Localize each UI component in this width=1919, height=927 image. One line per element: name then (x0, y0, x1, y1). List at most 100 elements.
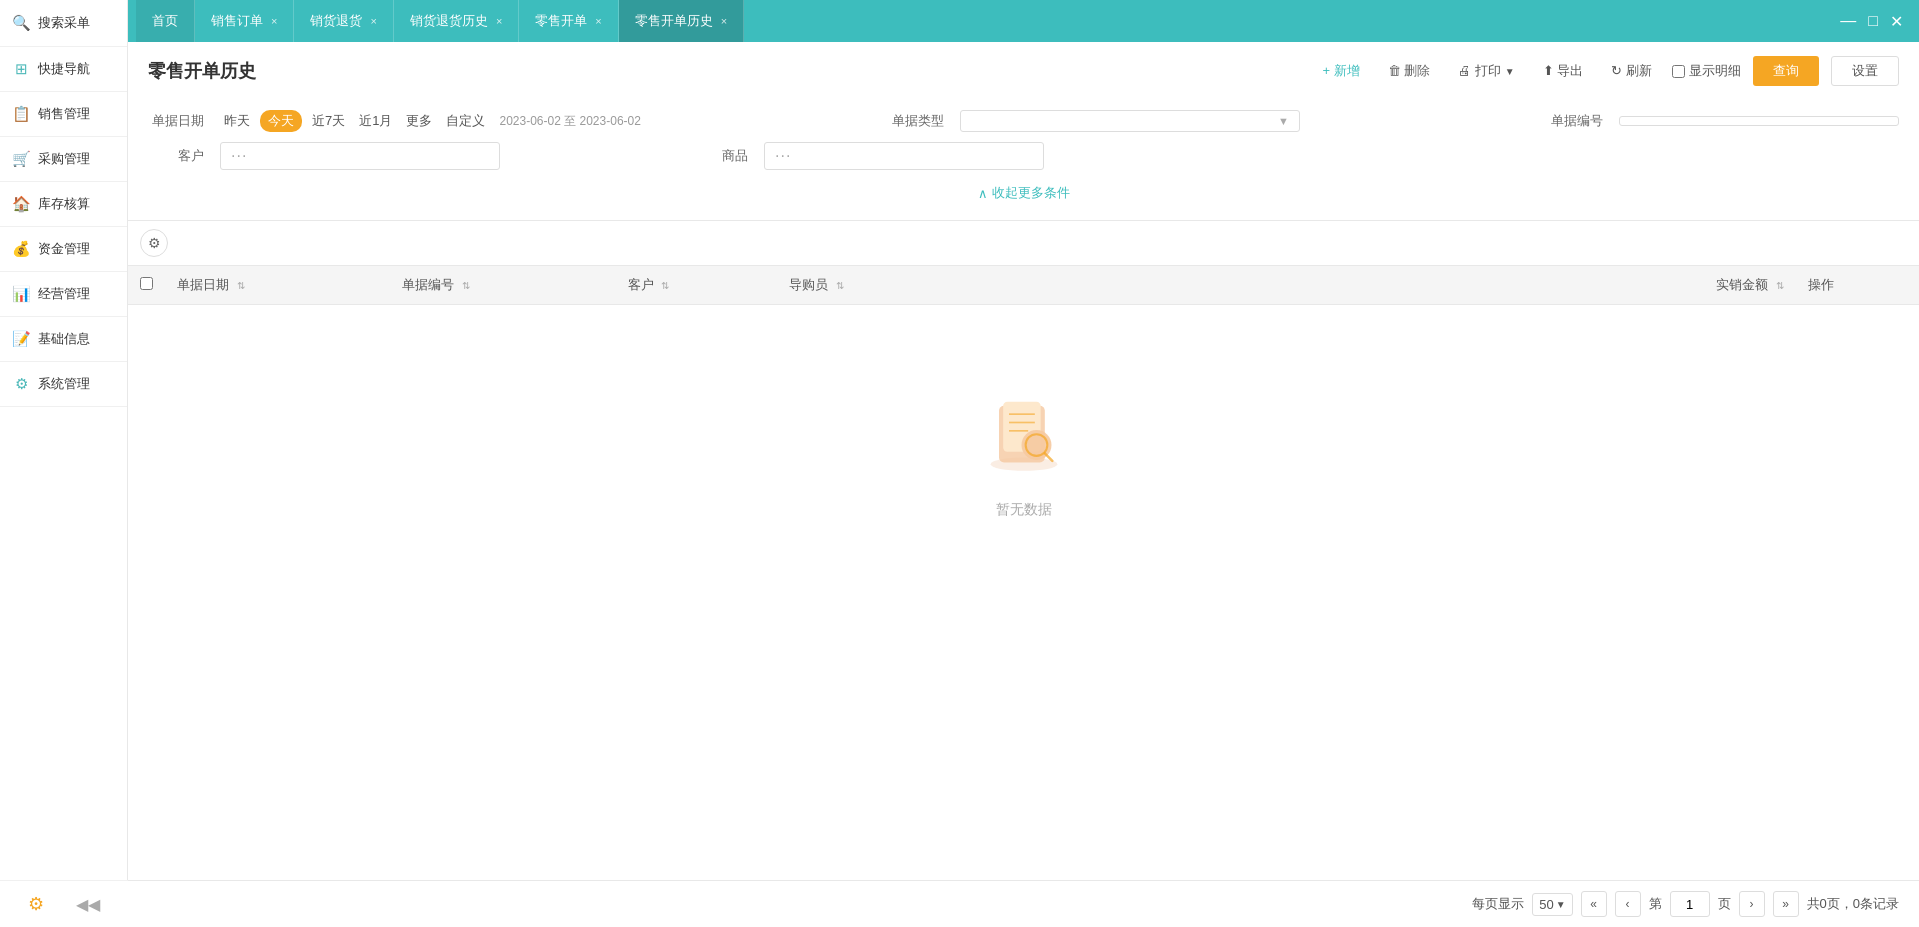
content-header: 零售开单历史 + 新增 🗑 删除 🖨 打印 ▼ ⬆ 导出 ↻ 刷新 (128, 42, 1919, 221)
th-number[interactable]: 单据编号 ⇅ (390, 266, 615, 305)
date-opt-custom[interactable]: 自定义 (442, 110, 489, 132)
tab-retail-open[interactable]: 零售开单 × (519, 0, 618, 42)
query-button[interactable]: 查询 (1753, 56, 1819, 86)
tab-sales-return-close[interactable]: × (370, 15, 376, 27)
last-page-button[interactable]: » (1773, 891, 1799, 917)
tab-sales-return-history[interactable]: 销货退货历史 × (394, 0, 519, 42)
add-button[interactable]: + 新增 (1314, 58, 1367, 84)
select-all-th[interactable] (128, 266, 165, 305)
select-all-checkbox[interactable] (140, 277, 153, 290)
pagination: 每页显示 50 ▼ « ‹ 第 页 › » 共0页，0条记录 (128, 880, 1919, 927)
export-button[interactable]: ⬆ 导出 (1535, 58, 1592, 84)
sidebar-item-label: 经营管理 (38, 285, 90, 303)
tab-sales-order[interactable]: 销售订单 × (195, 0, 294, 42)
print-dropdown-icon[interactable]: ▼ (1505, 66, 1515, 77)
th-customer-sort: ⇅ (661, 280, 669, 291)
quick-nav-icon: ⊞ (12, 60, 30, 78)
tab-sales-return[interactable]: 销货退货 × (294, 0, 393, 42)
print-button[interactable]: 🖨 打印 ▼ (1450, 58, 1523, 84)
empty-text: 暂无数据 (996, 501, 1052, 519)
tab-home[interactable]: 首页 (136, 0, 195, 42)
next-page-icon: › (1750, 897, 1754, 911)
window-controls: — □ ✕ (1840, 12, 1911, 31)
sidebar-item-sales-mgmt[interactable]: 📋 销售管理 (0, 92, 127, 137)
sidebar-item-inventory[interactable]: 🏠 库存核算 (0, 182, 127, 227)
th-date[interactable]: 单据日期 ⇅ (165, 266, 390, 305)
per-page-label: 每页显示 (1472, 895, 1524, 913)
tab-sales-order-close[interactable]: × (271, 15, 277, 27)
sidebar-item-quick-nav[interactable]: ⊞ 快捷导航 (0, 47, 127, 92)
display-detail-toggle[interactable]: 显示明细 (1672, 62, 1741, 80)
next-page-button[interactable]: › (1739, 891, 1765, 917)
per-page-select[interactable]: 50 ▼ (1532, 893, 1572, 916)
inventory-icon: 🏠 (12, 195, 30, 213)
toolbar: + 新增 🗑 删除 🖨 打印 ▼ ⬆ 导出 ↻ 刷新 显示明细 (1314, 56, 1899, 86)
refresh-label: ↻ 刷新 (1611, 62, 1652, 80)
tab-retail-open-history-close[interactable]: × (721, 15, 727, 27)
tab-retail-open-label: 零售开单 (535, 12, 587, 30)
customer-filter-input[interactable]: ··· (220, 142, 500, 170)
tab-sales-return-history-close[interactable]: × (496, 15, 502, 27)
first-page-button[interactable]: « (1581, 891, 1607, 917)
th-date-sort: ⇅ (237, 280, 245, 291)
prev-page-button[interactable]: ‹ (1615, 891, 1641, 917)
sidebar-item-purchase-mgmt[interactable]: 🛒 采购管理 (0, 137, 127, 182)
page-total: 共0页，0条记录 (1807, 895, 1899, 913)
setting-button[interactable]: 设置 (1831, 56, 1899, 86)
type-filter-select[interactable]: ▼ (960, 110, 1300, 132)
add-label: + 新增 (1322, 62, 1359, 80)
date-opt-today[interactable]: 今天 (260, 110, 302, 132)
minimize-icon[interactable]: — (1840, 12, 1856, 30)
table-header-row: 单据日期 ⇅ 单据编号 ⇅ 客户 ⇅ 导购员 ⇅ (128, 266, 1919, 305)
th-amount[interactable]: 实销金额 ⇅ (1571, 266, 1796, 305)
table-toolbar: ⚙ (128, 221, 1919, 266)
tab-retail-open-history[interactable]: 零售开单历史 × (619, 0, 744, 42)
empty-illustration (974, 385, 1074, 485)
sidebar-bottom: ⚙ ◀◀ (0, 880, 128, 927)
date-opt-yesterday[interactable]: 昨天 (220, 110, 254, 132)
sidebar-item-system-mgmt[interactable]: ⚙ 系统管理 (0, 362, 127, 407)
filter-row-customer: 客户 ··· 商品 ··· (148, 142, 1899, 170)
goods-filter-input[interactable]: ··· (764, 142, 1044, 170)
date-opt-1month[interactable]: 近1月 (355, 110, 396, 132)
close-window-icon[interactable]: ✕ (1890, 12, 1903, 31)
table-body: 暂无数据 (128, 305, 1919, 580)
last-page-icon: » (1782, 897, 1789, 911)
sidebar-item-base-info[interactable]: 📝 基础信息 (0, 317, 127, 362)
per-page-dropdown-icon: ▼ (1556, 899, 1566, 910)
collapse-filter-row[interactable]: ∧ 收起更多条件 (148, 180, 1899, 210)
sidebar: 🔍 搜索采单 ⊞ 快捷导航 📋 销售管理 🛒 采购管理 🏠 库存核算 💰 资金管… (0, 0, 128, 927)
search-icon: 🔍 (12, 14, 30, 32)
table-gear-icon: ⚙ (148, 235, 161, 251)
print-label: 🖨 打印 (1458, 62, 1501, 80)
sidebar-item-finance[interactable]: 💰 资金管理 (0, 227, 127, 272)
th-guide[interactable]: 导购员 ⇅ (777, 266, 970, 305)
sidebar-item-operations[interactable]: 📊 经营管理 (0, 272, 127, 317)
tab-sales-return-label: 销货退货 (310, 12, 362, 30)
th-number-sort: ⇅ (462, 280, 470, 291)
settings-bottom-icon[interactable]: ⚙ (28, 893, 44, 915)
collapse-sidebar-icon[interactable]: ◀◀ (76, 895, 100, 914)
type-dropdown-icon: ▼ (1278, 115, 1289, 127)
filter-area: 单据日期 昨天 今天 近7天 近1月 更多 自定义 2023-06-02 至 2… (148, 100, 1899, 220)
delete-button[interactable]: 🗑 删除 (1380, 58, 1439, 84)
display-detail-checkbox[interactable] (1672, 65, 1685, 78)
per-page-value: 50 (1539, 897, 1553, 912)
th-amount-sort: ⇅ (1776, 280, 1784, 291)
customer-dots: ··· (231, 147, 247, 165)
tab-retail-open-close[interactable]: × (595, 15, 601, 27)
refresh-button[interactable]: ↻ 刷新 (1603, 58, 1660, 84)
page-number-input[interactable] (1670, 891, 1710, 917)
export-label: ⬆ 导出 (1543, 62, 1584, 80)
number-filter-input[interactable] (1619, 116, 1899, 126)
th-customer[interactable]: 客户 ⇅ (616, 266, 777, 305)
sidebar-item-label: 采购管理 (38, 150, 90, 168)
data-table: 单据日期 ⇅ 单据编号 ⇅ 客户 ⇅ 导购员 ⇅ (128, 266, 1919, 579)
empty-area: 暂无数据 (128, 305, 1919, 579)
table-settings-button[interactable]: ⚙ (140, 229, 168, 257)
date-opt-more[interactable]: 更多 (402, 110, 436, 132)
delete-label: 🗑 删除 (1388, 62, 1431, 80)
date-opt-7days[interactable]: 近7天 (308, 110, 349, 132)
maximize-icon[interactable]: □ (1868, 12, 1878, 30)
sidebar-search[interactable]: 🔍 搜索采单 (0, 0, 127, 47)
